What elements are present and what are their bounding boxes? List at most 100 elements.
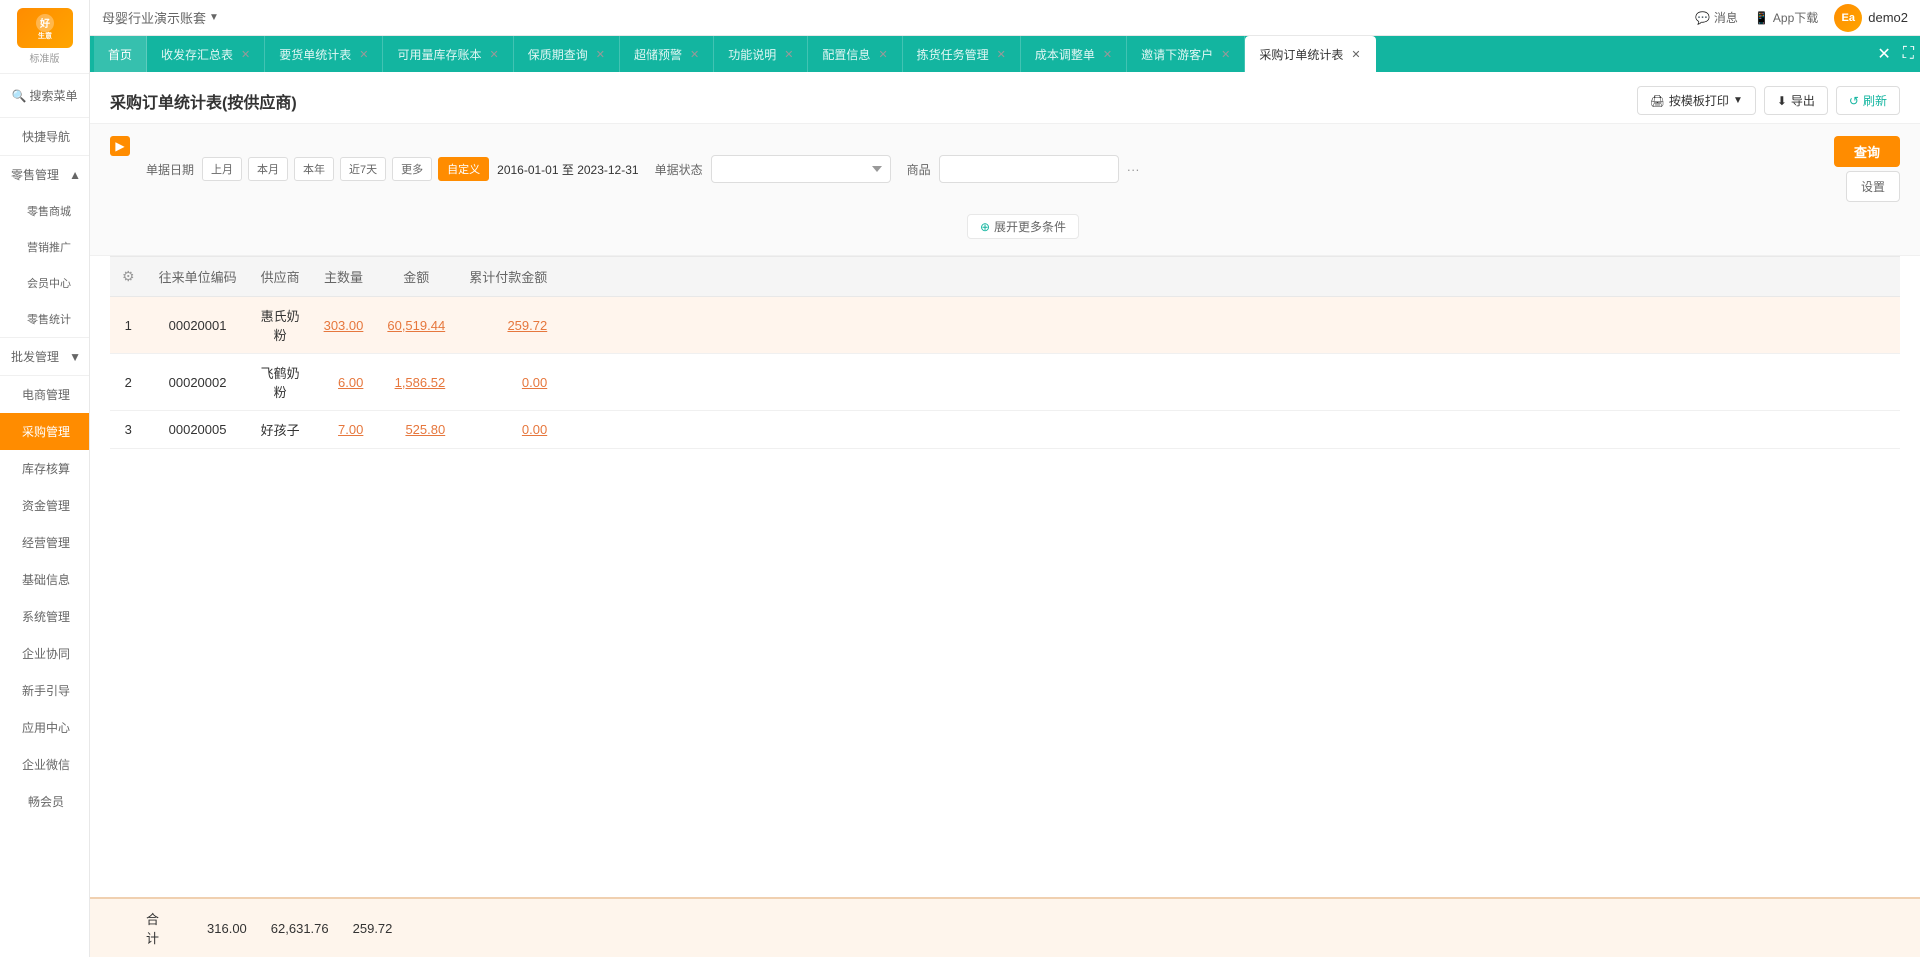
row-qty: 303.00 bbox=[312, 297, 376, 354]
refresh-button[interactable]: ↺ 刷新 bbox=[1836, 86, 1900, 115]
refresh-icon: ↺ bbox=[1849, 94, 1859, 108]
sidebar-item-retail-shop[interactable]: 零售商城 bbox=[0, 193, 89, 229]
query-button[interactable]: 查询 bbox=[1834, 136, 1900, 167]
tab-keyongliang[interactable]: 可用量库存账本 ✕ bbox=[383, 36, 513, 72]
sidebar-item-retail-stat[interactable]: 零售统计 bbox=[0, 301, 89, 337]
date-btn-more[interactable]: 更多 bbox=[392, 157, 432, 181]
date-btn-last-month[interactable]: 上月 bbox=[202, 157, 242, 181]
tab-close-icon[interactable]: ✕ bbox=[1351, 48, 1360, 61]
tab-home[interactable]: 首页 bbox=[94, 36, 147, 72]
tabbar: 首页 收发存汇总表 ✕ 要货单统计表 ✕ 可用量库存账本 ✕ 保质期查询 ✕ 超… bbox=[90, 36, 1920, 72]
more-icon: ··· bbox=[1127, 162, 1140, 177]
sidebar-item-inventory[interactable]: 库存核算 bbox=[0, 450, 89, 487]
sidebar-item-quick-nav[interactable]: 快捷导航 bbox=[0, 118, 89, 155]
table-row: 1 00020001 惠氏奶粉 303.00 60,519.44 259.72 bbox=[110, 297, 1900, 354]
status-filter: 单据状态 bbox=[655, 155, 891, 183]
chevron-down-icon: ▼ bbox=[69, 350, 81, 364]
date-filter-label: 单据日期 bbox=[146, 161, 194, 178]
row-amount: 1,586.52 bbox=[375, 354, 457, 411]
expand-conditions-button[interactable]: ⊕ 展开更多条件 bbox=[967, 214, 1079, 239]
row-index: 1 bbox=[110, 297, 147, 354]
topbar-left: 母婴行业演示账套 ▼ bbox=[102, 8, 219, 27]
tab-close-icon[interactable]: ✕ bbox=[490, 48, 499, 61]
col-paid: 累计付款金额 bbox=[457, 257, 559, 297]
topbar: 母婴行业演示账套 ▼ 💬 消息 📱 App下载 Ea demo2 bbox=[90, 0, 1920, 36]
footer-row: 合计 316.00 62,631.76 259.72 bbox=[110, 899, 1900, 957]
filter-row-2: ⊕ 展开更多条件 bbox=[146, 210, 1900, 243]
row-qty: 6.00 bbox=[312, 354, 376, 411]
row-paid: 0.00 bbox=[457, 354, 559, 411]
status-select[interactable] bbox=[711, 155, 891, 183]
sidebar-item-system[interactable]: 系统管理 bbox=[0, 598, 89, 635]
sidebar-item-newguide[interactable]: 新手引导 bbox=[0, 672, 89, 709]
table-header: ⚙ 往来单位编码 供应商 主数量 金额 累计付款金额 bbox=[110, 257, 1900, 297]
sidebar-item-wechat[interactable]: 企业微信 bbox=[0, 746, 89, 783]
tab-yaohuodantongjibiao[interactable]: 要货单统计表 ✕ bbox=[265, 36, 383, 72]
sidebar-item-appcenter[interactable]: 应用中心 bbox=[0, 709, 89, 746]
sidebar: 好 生意 标准版 🔍 搜索菜单 快捷导航 零售管理 ▲ 零售商城 营销推广 会员… bbox=[0, 0, 90, 957]
row-paid: 259.72 bbox=[457, 297, 559, 354]
app-download-button[interactable]: 📱 App下载 bbox=[1754, 9, 1818, 26]
col-amount: 金额 bbox=[375, 257, 457, 297]
date-btn-this-month[interactable]: 本月 bbox=[248, 157, 288, 181]
search-menu-section[interactable]: 🔍 搜索菜单 bbox=[0, 74, 89, 118]
tab-peizhi[interactable]: 配置信息 ✕ bbox=[808, 36, 902, 72]
date-btn-7days[interactable]: 近7天 bbox=[340, 157, 386, 181]
tab-caigoudingdan[interactable]: 采购订单统计表 ✕ bbox=[1245, 36, 1375, 72]
tab-close-icon[interactable]: ✕ bbox=[997, 48, 1006, 61]
chevron-down-icon: ▼ bbox=[1733, 95, 1743, 106]
sidebar-item-purchase[interactable]: 采购管理 bbox=[0, 413, 89, 450]
footer-amount: 62,631.76 bbox=[259, 899, 341, 957]
row-index: 2 bbox=[110, 354, 147, 411]
sidebar-item-vip[interactable]: 畅会员 bbox=[0, 783, 89, 820]
sidebar-item-member[interactable]: 会员中心 bbox=[0, 265, 89, 301]
tab-close-icon[interactable]: ✕ bbox=[784, 48, 793, 61]
tab-baozhi[interactable]: 保质期查询 ✕ bbox=[514, 36, 620, 72]
sidebar-item-ecommerce[interactable]: 电商管理 bbox=[0, 376, 89, 413]
setting-button[interactable]: 设置 bbox=[1846, 171, 1900, 202]
search-menu-button[interactable]: 🔍 搜索菜单 bbox=[6, 82, 83, 109]
tab-close-icon[interactable]: ✕ bbox=[359, 48, 368, 61]
collapse-filter-button[interactable]: ▶ bbox=[110, 136, 130, 156]
tab-kaihuorenwu[interactable]: 拣货任务管理 ✕ bbox=[903, 36, 1021, 72]
tab-close-icon[interactable]: ✕ bbox=[1221, 48, 1230, 61]
status-filter-label: 单据状态 bbox=[655, 161, 703, 178]
print-button[interactable]: 🖨 按模板打印 ▼ bbox=[1637, 86, 1756, 115]
col-supplier: 供应商 bbox=[249, 257, 312, 297]
page-header-actions: 🖨 按模板打印 ▼ ⬇ 导出 ↺ 刷新 bbox=[1637, 86, 1900, 115]
tab-gongneng[interactable]: 功能说明 ✕ bbox=[714, 36, 808, 72]
tab-chaochuyujing[interactable]: 超储预警 ✕ bbox=[620, 36, 714, 72]
column-settings-icon[interactable]: ⚙ bbox=[122, 268, 135, 284]
tab-shoufahuizong[interactable]: 收发存汇总表 ✕ bbox=[147, 36, 265, 72]
content-area: 采购订单统计表(按供应商) 🖨 按模板打印 ▼ ⬇ 导出 ↺ 刷新 bbox=[90, 72, 1920, 957]
message-button[interactable]: 💬 消息 bbox=[1695, 9, 1738, 26]
filter-row-1: 单据日期 上月 本月 本年 近7天 更多 自定义 2016-01-01 至 20… bbox=[146, 136, 1900, 202]
sidebar-item-basic[interactable]: 基础信息 bbox=[0, 561, 89, 598]
date-btn-this-year[interactable]: 本年 bbox=[294, 157, 334, 181]
tab-chengbentiaozhen[interactable]: 成本调整单 ✕ bbox=[1021, 36, 1127, 72]
tab-close-icon[interactable]: ✕ bbox=[878, 48, 887, 61]
sidebar-item-wholesale[interactable]: 批发管理 ▼ bbox=[0, 338, 89, 375]
user-menu[interactable]: Ea demo2 bbox=[1834, 4, 1908, 32]
filter-area: ▶ 单据日期 上月 本月 本年 近7天 更多 自定义 bbox=[90, 124, 1920, 256]
svg-text:生意: 生意 bbox=[38, 31, 52, 40]
sidebar-item-marketing[interactable]: 营销推广 bbox=[0, 229, 89, 265]
sidebar-item-finance[interactable]: 资金管理 bbox=[0, 487, 89, 524]
date-btn-custom[interactable]: 自定义 bbox=[438, 157, 489, 181]
workspace-selector[interactable]: 母婴行业演示账套 ▼ bbox=[102, 8, 219, 27]
tab-close-icon[interactable]: ✕ bbox=[690, 48, 699, 61]
goods-input[interactable] bbox=[939, 155, 1119, 183]
close-all-tabs-button[interactable]: ✕ bbox=[1875, 42, 1892, 66]
sidebar-item-retail-mgmt[interactable]: 零售管理 ▲ bbox=[0, 156, 89, 193]
sidebar-item-enterprise[interactable]: 企业协同 bbox=[0, 635, 89, 672]
retail-section: 零售管理 ▲ 零售商城 营销推广 会员中心 零售统计 bbox=[0, 156, 89, 338]
tab-close-icon[interactable]: ✕ bbox=[241, 48, 250, 61]
tab-close-icon[interactable]: ✕ bbox=[1103, 48, 1112, 61]
tab-yaoqingxiayou[interactable]: 邀请下游客户 ✕ bbox=[1127, 36, 1245, 72]
row-supplier: 飞鹤奶粉 bbox=[249, 354, 312, 411]
logo-text: 标准版 bbox=[30, 50, 60, 65]
fullscreen-button[interactable]: ⛶ bbox=[1901, 43, 1916, 65]
tab-close-icon[interactable]: ✕ bbox=[596, 48, 605, 61]
sidebar-item-operation[interactable]: 经营管理 bbox=[0, 524, 89, 561]
export-button[interactable]: ⬇ 导出 bbox=[1764, 86, 1828, 115]
